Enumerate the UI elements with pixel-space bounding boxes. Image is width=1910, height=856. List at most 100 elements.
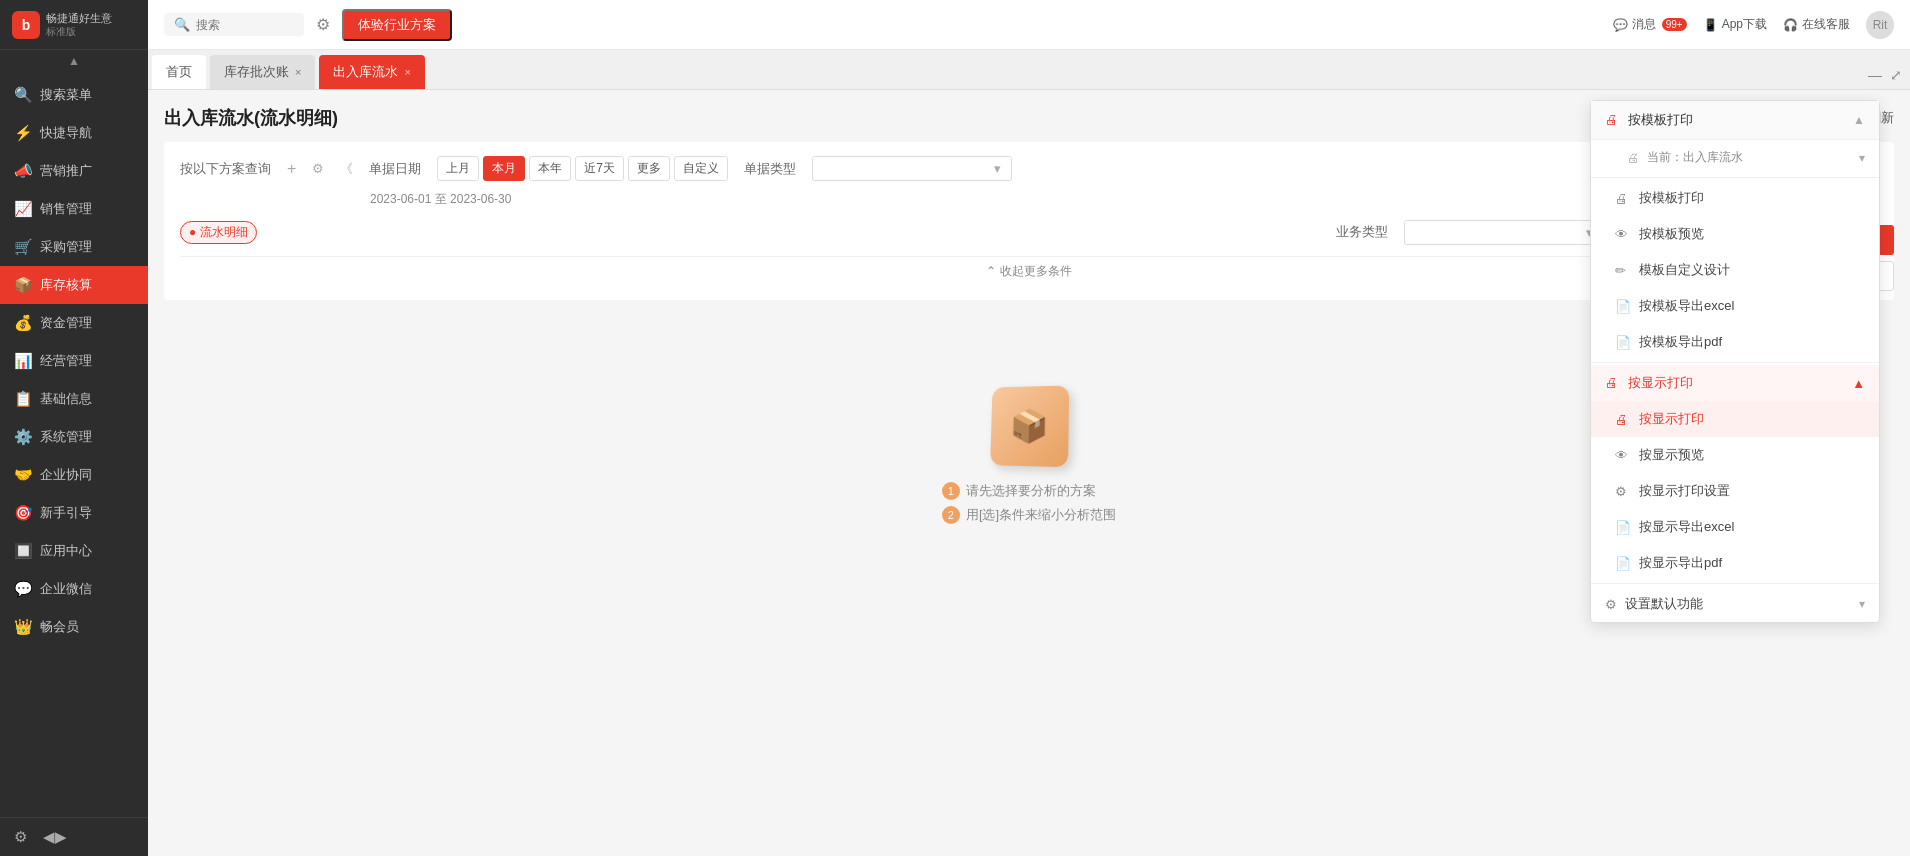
sidebar-item-finance[interactable]: 💰 资金管理 xyxy=(0,304,148,342)
trial-button[interactable]: 体验行业方案 xyxy=(342,9,452,41)
sidebar-label-quick-nav: 快捷导航 xyxy=(40,124,92,142)
date-filter-buttons: 上月 本月 本年 近7天 更多 自定义 xyxy=(437,156,728,181)
dropdown-header-arrow[interactable]: ▲ xyxy=(1853,113,1865,127)
filter-collapse-icon[interactable]: 《 xyxy=(340,160,353,178)
tab-home[interactable]: 首页 xyxy=(152,55,206,89)
section-arrow-up: ▲ xyxy=(1852,376,1865,391)
sidebar-label-apps: 应用中心 xyxy=(40,542,92,560)
footer-settings-icon: ⚙ xyxy=(1605,597,1617,612)
business-type-select[interactable]: ▾ xyxy=(1404,220,1604,245)
dropdown-item-template-design[interactable]: ✏ 模板自定义设计 xyxy=(1591,252,1879,288)
sidebar-item-collab[interactable]: 🤝 企业协同 xyxy=(0,456,148,494)
search-icon: 🔍 xyxy=(174,17,190,32)
sidebar-icon-purchase: 🛒 xyxy=(14,238,32,256)
service-icon: 🎧 xyxy=(1783,18,1798,32)
header: 🔍 ⚙ 体验行业方案 💬 消息 99+ 📱 App下载 🎧 在线客服 Rit xyxy=(148,0,1910,50)
dropdown-header-label: 按模板打印 xyxy=(1628,112,1693,127)
user-avatar[interactable]: Rit xyxy=(1866,11,1894,39)
dropdown-item-template-excel[interactable]: 📄 按模板导出excel xyxy=(1591,288,1879,324)
filter-gear-icon[interactable]: ⚙ xyxy=(312,161,324,176)
online-service-action[interactable]: 🎧 在线客服 xyxy=(1783,16,1850,33)
dropdown-item-template-pdf[interactable]: 📄 按模板导出pdf xyxy=(1591,324,1879,360)
dropdown-item-display-settings[interactable]: ⚙ 按显示打印设置 xyxy=(1591,473,1879,509)
sidebar-icon-inventory: 📦 xyxy=(14,276,32,294)
toggle-sidebar-icon[interactable]: ◀▶ xyxy=(43,828,67,846)
header-gear-icon[interactable]: ⚙ xyxy=(316,15,330,34)
template-preview-icon: 👁 xyxy=(1615,227,1631,242)
sidebar-label-marketing: 营销推广 xyxy=(40,162,92,180)
template-pdf-icon: 📄 xyxy=(1615,335,1631,350)
dropdown-footer-settings[interactable]: ⚙ 设置默认功能 ▾ xyxy=(1591,586,1879,622)
sidebar-item-purchase[interactable]: 🛒 采购管理 xyxy=(0,228,148,266)
template-print-icon: 🖨 xyxy=(1615,191,1631,206)
settings-icon[interactable]: ⚙ xyxy=(14,828,27,846)
filter-type-select[interactable]: ▾ xyxy=(812,156,1012,181)
sidebar-label-collab: 企业协同 xyxy=(40,466,92,484)
sidebar-item-basic[interactable]: 📋 基础信息 xyxy=(0,380,148,418)
tab-batch-close[interactable]: × xyxy=(295,66,301,78)
sidebar-label-guide: 新手引导 xyxy=(40,504,92,522)
type-dropdown-icon: ▾ xyxy=(994,161,1001,176)
dropdown-item-template-preview[interactable]: 👁 按模板预览 xyxy=(1591,216,1879,252)
maximize-icon[interactable]: ⤢ xyxy=(1890,67,1902,83)
current-arrow: ▾ xyxy=(1859,151,1865,165)
sidebar-nav: 🔍 搜索菜单 ⚡ 快捷导航 📣 营销推广 📈 销售管理 🛒 采购管理 📦 库存核… xyxy=(0,72,148,817)
template-design-icon: ✏ xyxy=(1615,263,1631,278)
sidebar-item-system[interactable]: ⚙️ 系统管理 xyxy=(0,418,148,456)
sidebar-label-inventory: 库存核算 xyxy=(40,276,92,294)
date-btn-this-year[interactable]: 本年 xyxy=(529,156,571,181)
sidebar-label-purchase: 采购管理 xyxy=(40,238,92,256)
sidebar-item-search[interactable]: 🔍 搜索菜单 xyxy=(0,76,148,114)
tab-flow[interactable]: 出入库流水 × xyxy=(319,55,424,89)
sidebar-label-search: 搜索菜单 xyxy=(40,86,92,104)
display-print-section[interactable]: 🖨 按显示打印 ▲ xyxy=(1591,365,1879,401)
sidebar-item-apps[interactable]: 🔲 应用中心 xyxy=(0,532,148,570)
minimize-icon[interactable]: — xyxy=(1868,67,1882,83)
sidebar-label-system: 系统管理 xyxy=(40,428,92,446)
collapse-up-icon: ⌃ xyxy=(986,264,996,278)
app-download-action[interactable]: 📱 App下载 xyxy=(1703,16,1767,33)
tab-batch[interactable]: 库存批次账 × xyxy=(210,55,315,89)
dropdown-item-display-excel[interactable]: 📄 按显示导出excel xyxy=(1591,509,1879,545)
sidebar-item-wechat[interactable]: 💬 企业微信 xyxy=(0,570,148,608)
download-icon: 📱 xyxy=(1703,18,1718,32)
date-btn-7days[interactable]: 近7天 xyxy=(575,156,624,181)
message-action[interactable]: 💬 消息 99+ xyxy=(1613,16,1687,33)
date-btn-custom[interactable]: 自定义 xyxy=(674,156,728,181)
filter-tag[interactable]: ● 流水明细 xyxy=(180,221,257,244)
dropdown-item-display-print[interactable]: 🖨 按显示打印 xyxy=(1591,401,1879,437)
empty-hints: 1 请先选择要分析的方案 2 用[选]条件来缩小分析范围 xyxy=(942,482,1116,530)
sidebar-item-guide[interactable]: 🎯 新手引导 xyxy=(0,494,148,532)
filter-add-icon[interactable]: + xyxy=(287,160,296,178)
sidebar-item-marketing[interactable]: 📣 营销推广 xyxy=(0,152,148,190)
dropdown-item-display-preview[interactable]: 👁 按显示预览 xyxy=(1591,437,1879,473)
dropdown-item-template-print[interactable]: 🖨 按模板打印 xyxy=(1591,180,1879,216)
date-btn-more[interactable]: 更多 xyxy=(628,156,670,181)
sidebar-icon-guide: 🎯 xyxy=(14,504,32,522)
divider-1 xyxy=(1591,177,1879,178)
sidebar-item-member[interactable]: 👑 畅会员 xyxy=(0,608,148,646)
empty-hint-2: 用[选]条件来缩小分析范围 xyxy=(966,506,1116,524)
sidebar-label-basic: 基础信息 xyxy=(40,390,92,408)
date-btn-last-month[interactable]: 上月 xyxy=(437,156,479,181)
sidebar-logo: b 畅捷通好生意 标准版 xyxy=(0,0,148,50)
sidebar-item-operation[interactable]: 📊 经营管理 xyxy=(0,342,148,380)
search-input[interactable] xyxy=(196,18,286,32)
dropdown-current-label: 🖨 当前：出入库流水 ▾ xyxy=(1591,140,1879,175)
sidebar-item-quick-nav[interactable]: ⚡ 快捷导航 xyxy=(0,114,148,152)
date-btn-this-month[interactable]: 本月 xyxy=(483,156,525,181)
sidebar-item-inventory[interactable]: 📦 库存核算 xyxy=(0,266,148,304)
business-type-label: 业务类型 xyxy=(1336,223,1388,241)
header-search-box[interactable]: 🔍 xyxy=(164,13,304,36)
sidebar-label-finance: 资金管理 xyxy=(40,314,92,332)
header-actions: 💬 消息 99+ 📱 App下载 🎧 在线客服 Rit xyxy=(1613,11,1894,39)
sidebar-scroll-up[interactable]: ▲ xyxy=(0,50,148,72)
dropdown-item-display-pdf[interactable]: 📄 按显示导出pdf xyxy=(1591,545,1879,581)
sidebar-label-sales: 销售管理 xyxy=(40,200,92,218)
sidebar-item-sales[interactable]: 📈 销售管理 xyxy=(0,190,148,228)
tab-flow-close[interactable]: × xyxy=(404,66,410,78)
current-icon: 🖨 xyxy=(1627,151,1639,165)
sidebar-icon-basic: 📋 xyxy=(14,390,32,408)
display-excel-icon: 📄 xyxy=(1615,520,1631,535)
sidebar-icon-member: 👑 xyxy=(14,618,32,636)
